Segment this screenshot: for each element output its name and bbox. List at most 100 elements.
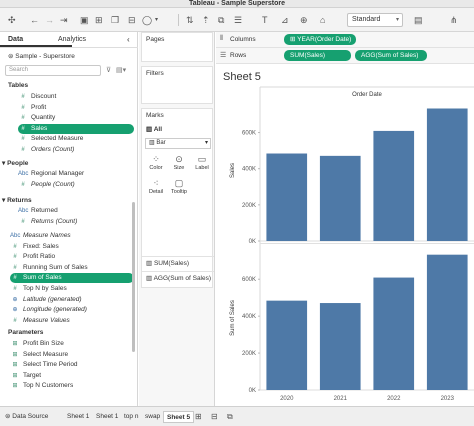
rows-pill-sum-sales[interactable]: SUM(Sales) xyxy=(284,50,351,61)
field-item[interactable]: # Measure Values xyxy=(10,316,134,326)
field-item[interactable]: # Running Sum of Sales xyxy=(10,263,134,273)
share-icon[interactable]: ⋔ xyxy=(450,14,458,26)
x-tick-label: 2020 xyxy=(280,396,294,402)
field-label: Sum of Sales xyxy=(23,274,62,282)
view-size-select[interactable]: Standard ▾ xyxy=(347,13,403,27)
field-item[interactable]: # Selected Measure xyxy=(18,134,134,144)
y-tick-label: 200K xyxy=(242,351,256,357)
filter-icon[interactable]: ⊽ xyxy=(106,66,111,74)
swap-icon[interactable]: ⇅ xyxy=(186,14,194,26)
marks-agg-sum-sales[interactable]: ▥ AGG(Sum of Sales) xyxy=(142,271,214,285)
sheet-tab-active[interactable]: Sheet 5 xyxy=(163,411,195,423)
new-worksheet-icon[interactable]: ⊞ xyxy=(95,14,103,26)
toolbar-divider xyxy=(178,14,179,26)
field-item[interactable]: # Quantity xyxy=(18,113,134,123)
rows-shelf[interactable]: ☰ Rows SUM(Sales) AGG(Sum of Sales) xyxy=(216,48,474,64)
measure-icon: # xyxy=(21,125,25,132)
field-item[interactable]: # Fixed: Sales xyxy=(10,242,134,252)
save-icon[interactable]: ▣ xyxy=(80,14,89,26)
marks-sum-sales[interactable]: ▥ SUM(Sales) xyxy=(142,256,214,270)
sheet-tab[interactable]: Sheet 1 xyxy=(64,411,92,423)
parameter-icon: ⊞ xyxy=(12,372,18,379)
new-story-icon[interactable]: ⧉ xyxy=(227,412,233,422)
rows-pill-agg-sum-sales[interactable]: AGG(Sum of Sales) xyxy=(355,50,427,61)
show-hide-icon[interactable]: ☰ xyxy=(234,14,242,26)
bar xyxy=(319,303,361,390)
marks-all-tab[interactable]: ▥ All xyxy=(146,125,162,133)
y-tick-label: 600K xyxy=(242,277,256,283)
clear-sheet-icon[interactable]: ⊟ xyxy=(128,14,136,26)
label-icon[interactable]: T xyxy=(262,14,268,26)
size-button[interactable]: ⊙ Size xyxy=(168,153,190,175)
sort-asc-icon[interactable]: ⇡ xyxy=(202,14,210,26)
field-item[interactable]: ⊕ Latitude (generated) xyxy=(10,295,134,305)
format-icon[interactable]: ⊕ xyxy=(300,14,308,26)
data-source-name[interactable]: ⊜ Sample - Superstore xyxy=(8,52,75,60)
field-item[interactable]: # Discount xyxy=(18,92,134,102)
measure-icon: # xyxy=(21,147,25,153)
columns-shelf[interactable]: ⦀ Columns ⊞ YEAR(Order Date) xyxy=(216,32,474,48)
scrollbar[interactable] xyxy=(132,202,135,352)
forward-icon[interactable]: → xyxy=(45,14,54,26)
tab-data[interactable]: Data xyxy=(8,35,23,44)
parameter-icon: ⊞ xyxy=(12,351,18,358)
duplicate-icon[interactable]: ❐ xyxy=(111,14,119,26)
search-input[interactable]: Search xyxy=(5,65,101,76)
sheet-tab[interactable]: Sheet 1 xyxy=(93,411,121,423)
field-item[interactable]: # Orders (Count) xyxy=(18,145,134,155)
mark-type-select[interactable]: ▥ Bar ▾ xyxy=(145,138,211,149)
field-item[interactable]: # Returns (Count) xyxy=(18,217,134,227)
tooltip-button[interactable]: ▢ Tooltip xyxy=(168,177,190,199)
collapse-pane-icon[interactable]: ‹ xyxy=(127,35,130,44)
field-item[interactable]: # Profit xyxy=(18,103,134,113)
tableau-logo-icon[interactable]: ✣ xyxy=(8,14,16,26)
field-item[interactable]: ⊕ Longitude (generated) xyxy=(10,305,134,315)
field-item[interactable]: # Top N by Sales xyxy=(10,284,134,294)
field-item[interactable]: # Profit Ratio xyxy=(10,252,134,262)
field-item[interactable]: # People (Count) xyxy=(18,180,134,190)
tooltip-icon[interactable]: ⌂ xyxy=(320,14,325,26)
field-item[interactable]: Abc Regional Manager xyxy=(18,169,134,179)
color-button[interactable]: ⁘ Color xyxy=(145,153,167,175)
new-dashboard-icon[interactable]: ⊟ xyxy=(211,412,218,421)
tooltip-label: Tooltip xyxy=(171,189,187,195)
chevron-down-icon: ▾ xyxy=(204,140,208,146)
view-options-icon[interactable]: ▤▾ xyxy=(116,66,126,74)
returns-folder[interactable]: ▾ Returns xyxy=(2,196,32,205)
field-label: Measure Values xyxy=(23,316,70,324)
bar-chart-icon: ▥ xyxy=(146,126,154,133)
measure-icon: # xyxy=(13,264,17,271)
detail-button[interactable]: ⁖ Detail xyxy=(145,177,167,199)
field-item[interactable]: ⊞ Target xyxy=(10,371,134,381)
presentation-icon[interactable]: ▤ xyxy=(414,14,423,26)
people-folder[interactable]: ▾ People xyxy=(2,159,28,168)
back-icon[interactable]: ← xyxy=(30,14,39,26)
field-item[interactable]: Abc Returned xyxy=(18,206,134,216)
data-source-tab[interactable]: ⊜ Data Source xyxy=(2,411,51,423)
field-label: Running Sum of Sales xyxy=(23,263,88,271)
pin-icon[interactable]: ⊿ xyxy=(281,14,289,26)
columns-pill-year-order-date[interactable]: ⊞ YEAR(Order Date) xyxy=(284,34,356,45)
field-item[interactable]: # Sum of Sales xyxy=(10,273,134,284)
detail-label: Detail xyxy=(148,189,164,195)
chevron-down-icon[interactable]: ▾ xyxy=(155,14,158,26)
field-label: Quantity xyxy=(31,114,56,122)
sheet-tab[interactable]: top n xyxy=(121,411,141,423)
data-source-tab-label: Data Source xyxy=(12,413,49,420)
field-item[interactable]: ⊞ Select Measure xyxy=(10,350,134,360)
field-item[interactable]: ⊞ Profit Bin Size xyxy=(10,339,134,349)
field-label: Sales xyxy=(31,124,48,132)
field-item[interactable]: Abc Measure Names xyxy=(10,231,134,241)
label-button[interactable]: ▭ Label xyxy=(191,153,213,175)
new-data-source-icon[interactable]: ⇥ xyxy=(60,14,68,26)
field-item[interactable]: # Sales xyxy=(18,123,134,134)
group-icon[interactable]: ⧉ xyxy=(218,14,224,26)
sheet-tab[interactable]: swap xyxy=(142,411,163,423)
pages-card[interactable]: Pages xyxy=(141,32,213,62)
highlight-icon[interactable]: ◯ xyxy=(142,14,152,26)
field-item[interactable]: ⊞ Select Time Period xyxy=(10,360,134,370)
tab-analytics[interactable]: Analytics xyxy=(58,35,86,44)
filters-card[interactable]: Filters xyxy=(141,66,213,104)
field-item[interactable]: ⊞ Top N Customers xyxy=(10,381,134,391)
new-worksheet-icon[interactable]: ⊞ xyxy=(195,412,202,421)
